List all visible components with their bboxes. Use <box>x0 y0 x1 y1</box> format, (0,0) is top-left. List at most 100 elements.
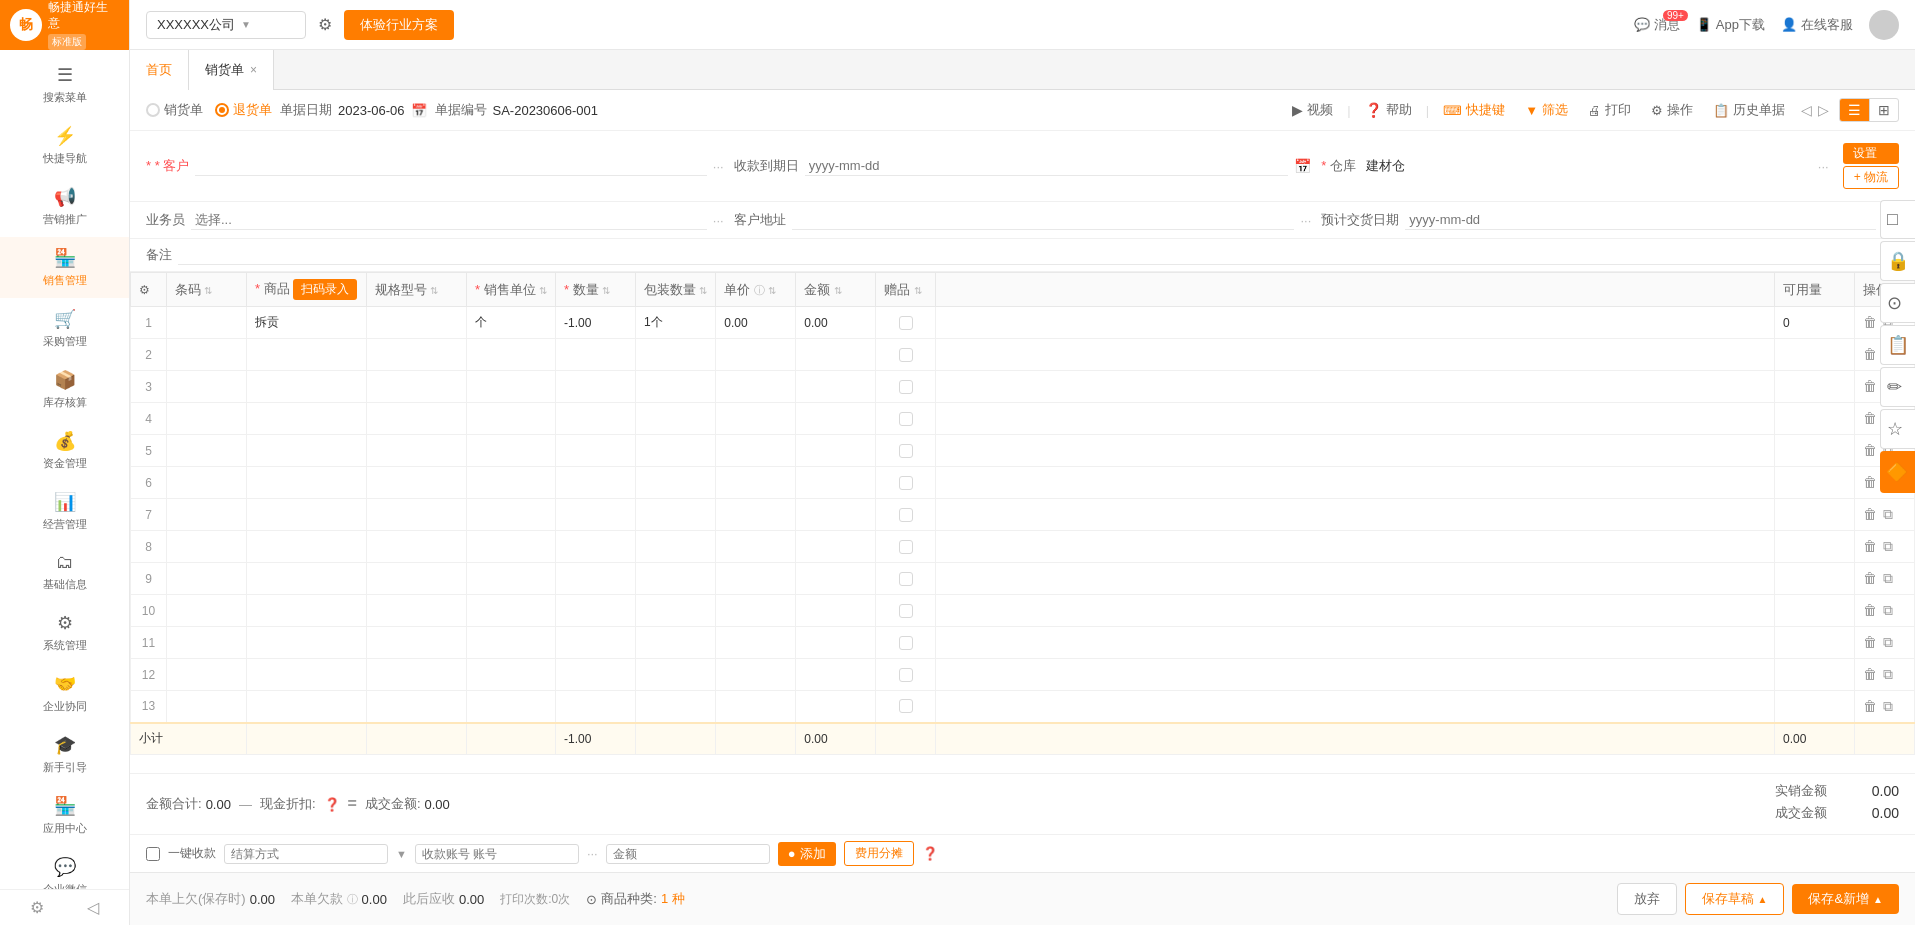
sidebar-item-应用中心[interactable]: 🏪应用中心 <box>0 785 129 846</box>
copy-icon-11[interactable]: ⧉ <box>1883 666 1893 683</box>
add-fee-button[interactable]: ● 添加 <box>778 842 836 866</box>
delete-icon-7[interactable]: 🗑 <box>1863 538 1877 555</box>
view-list-btn[interactable]: ☰ <box>1840 99 1870 121</box>
save-new-button[interactable]: 保存&新增 ▲ <box>1792 884 1899 914</box>
cell-qty-2[interactable] <box>556 371 636 403</box>
operation-btn[interactable]: ⚙ 操作 <box>1645 98 1699 122</box>
cell-product-9[interactable] <box>247 595 367 627</box>
cell-price-8[interactable] <box>716 563 796 595</box>
tab-close-icon[interactable]: × <box>250 63 257 77</box>
cell-product-3[interactable] <box>247 403 367 435</box>
sidebar-item-企业微信[interactable]: 💬企业微信 <box>0 846 129 889</box>
company-selector[interactable]: XXXXXX公司 ▼ <box>146 11 306 39</box>
cell-barcode-1[interactable] <box>167 339 247 371</box>
cell-spec-12[interactable] <box>367 691 467 723</box>
cell-price-4[interactable] <box>716 435 796 467</box>
cell-product-5[interactable] <box>247 467 367 499</box>
tab-home[interactable]: 首页 <box>130 50 189 90</box>
cell-price-3[interactable] <box>716 403 796 435</box>
cell-pkg-12[interactable] <box>636 691 716 723</box>
cell-product-2[interactable] <box>247 371 367 403</box>
cell-spec-6[interactable] <box>367 499 467 531</box>
price-info-icon[interactable]: ⓘ <box>754 284 765 296</box>
cell-unit-4[interactable] <box>467 435 556 467</box>
logistics-button[interactable]: + 物流 <box>1843 166 1899 189</box>
cell-qty-5[interactable] <box>556 467 636 499</box>
cell-barcode-9[interactable] <box>167 595 247 627</box>
tab-active[interactable]: 销货单 × <box>189 50 274 90</box>
cell-pkg-8[interactable] <box>636 563 716 595</box>
cell-spec-7[interactable] <box>367 531 467 563</box>
cash-discount-help-icon[interactable]: ❓ <box>324 797 340 812</box>
radio-sale[interactable]: 销货单 <box>146 101 203 119</box>
cell-product-10[interactable] <box>247 627 367 659</box>
float-btn-3[interactable]: ⊙ <box>1880 283 1915 323</box>
user-avatar[interactable] <box>1869 10 1899 40</box>
copy-icon-10[interactable]: ⧉ <box>1883 634 1893 651</box>
cell-price-12[interactable] <box>716 691 796 723</box>
cell-product-6[interactable] <box>247 499 367 531</box>
delete-icon-5[interactable]: 🗑 <box>1863 474 1877 491</box>
sidebar-item-基础信息[interactable]: 🗂基础信息 <box>0 542 129 602</box>
cell-amount-5[interactable] <box>796 467 876 499</box>
payment-account-input[interactable] <box>415 844 579 864</box>
delete-icon-12[interactable]: 🗑 <box>1863 698 1877 715</box>
cell-barcode-7[interactable] <box>167 531 247 563</box>
cell-qty-4[interactable] <box>556 435 636 467</box>
due-date-input[interactable] <box>805 156 1289 176</box>
cell-qty-1[interactable] <box>556 339 636 371</box>
cell-unit-10[interactable] <box>467 627 556 659</box>
cell-pkg-10[interactable] <box>636 627 716 659</box>
cell-unit-6[interactable] <box>467 499 556 531</box>
warehouse-dots[interactable]: ··· <box>1818 159 1829 174</box>
cell-barcode-0[interactable] <box>167 307 247 339</box>
float-btn-orange[interactable]: 🔶 <box>1880 451 1915 493</box>
delete-icon-4[interactable]: 🗑 <box>1863 442 1877 459</box>
delete-icon-1[interactable]: 🗑 <box>1863 346 1877 363</box>
cell-product-1[interactable] <box>247 339 367 371</box>
customer-input[interactable] <box>195 156 706 176</box>
gift-checkbox-3[interactable] <box>899 412 913 426</box>
cell-unit-3[interactable] <box>467 403 556 435</box>
product-type-icon[interactable]: ⊙ <box>586 892 597 907</box>
radio-return[interactable]: 退货单 <box>215 101 272 119</box>
cell-barcode-2[interactable] <box>167 371 247 403</box>
sidebar-item-系统管理[interactable]: ⚙系统管理 <box>0 602 129 663</box>
copy-icon-8[interactable]: ⧉ <box>1883 570 1893 587</box>
sidebar-item-搜索菜单[interactable]: ☰搜索菜单 <box>0 54 129 115</box>
delete-icon-6[interactable]: 🗑 <box>1863 506 1877 523</box>
cell-unit-11[interactable] <box>467 659 556 691</box>
cell-pkg-2[interactable] <box>636 371 716 403</box>
cell-qty-12[interactable] <box>556 691 636 723</box>
gift-checkbox-4[interactable] <box>899 444 913 458</box>
float-btn-1[interactable]: □ <box>1880 200 1915 239</box>
cell-amount-2[interactable] <box>796 371 876 403</box>
date-value[interactable]: 2023-06-06 <box>338 103 405 118</box>
collapse-icon[interactable]: ◁ <box>87 898 99 917</box>
trial-button[interactable]: 体验行业方案 <box>344 10 454 40</box>
cell-unit-8[interactable] <box>467 563 556 595</box>
delete-icon-3[interactable]: 🗑 <box>1863 410 1877 427</box>
copy-icon-9[interactable]: ⧉ <box>1883 602 1893 619</box>
delete-icon-8[interactable]: 🗑 <box>1863 570 1877 587</box>
gift-checkbox-8[interactable] <box>899 572 913 586</box>
company-settings-icon[interactable]: ⚙ <box>318 15 332 34</box>
message-button[interactable]: 💬 消息 99+ <box>1634 16 1680 34</box>
cell-unit-2[interactable] <box>467 371 556 403</box>
cell-unit-12[interactable] <box>467 691 556 723</box>
sidebar-item-库存核算[interactable]: 📦库存核算 <box>0 359 129 420</box>
payment-help-icon[interactable]: ❓ <box>922 846 938 861</box>
cell-barcode-12[interactable] <box>167 691 247 723</box>
one-click-pay-checkbox[interactable] <box>146 847 160 861</box>
cell-pkg-1[interactable] <box>636 339 716 371</box>
cell-barcode-10[interactable] <box>167 627 247 659</box>
cell-qty-8[interactable] <box>556 563 636 595</box>
cell-unit-1[interactable] <box>467 339 556 371</box>
cell-price-2[interactable] <box>716 371 796 403</box>
history-btn[interactable]: 📋 历史单据 <box>1707 98 1791 122</box>
warehouse-value[interactable]: 建材仓 <box>1362 155 1812 177</box>
cell-barcode-8[interactable] <box>167 563 247 595</box>
sidebar-item-资金管理[interactable]: 💰资金管理 <box>0 420 129 481</box>
gift-checkbox-1[interactable] <box>899 348 913 362</box>
gift-checkbox-7[interactable] <box>899 540 913 554</box>
